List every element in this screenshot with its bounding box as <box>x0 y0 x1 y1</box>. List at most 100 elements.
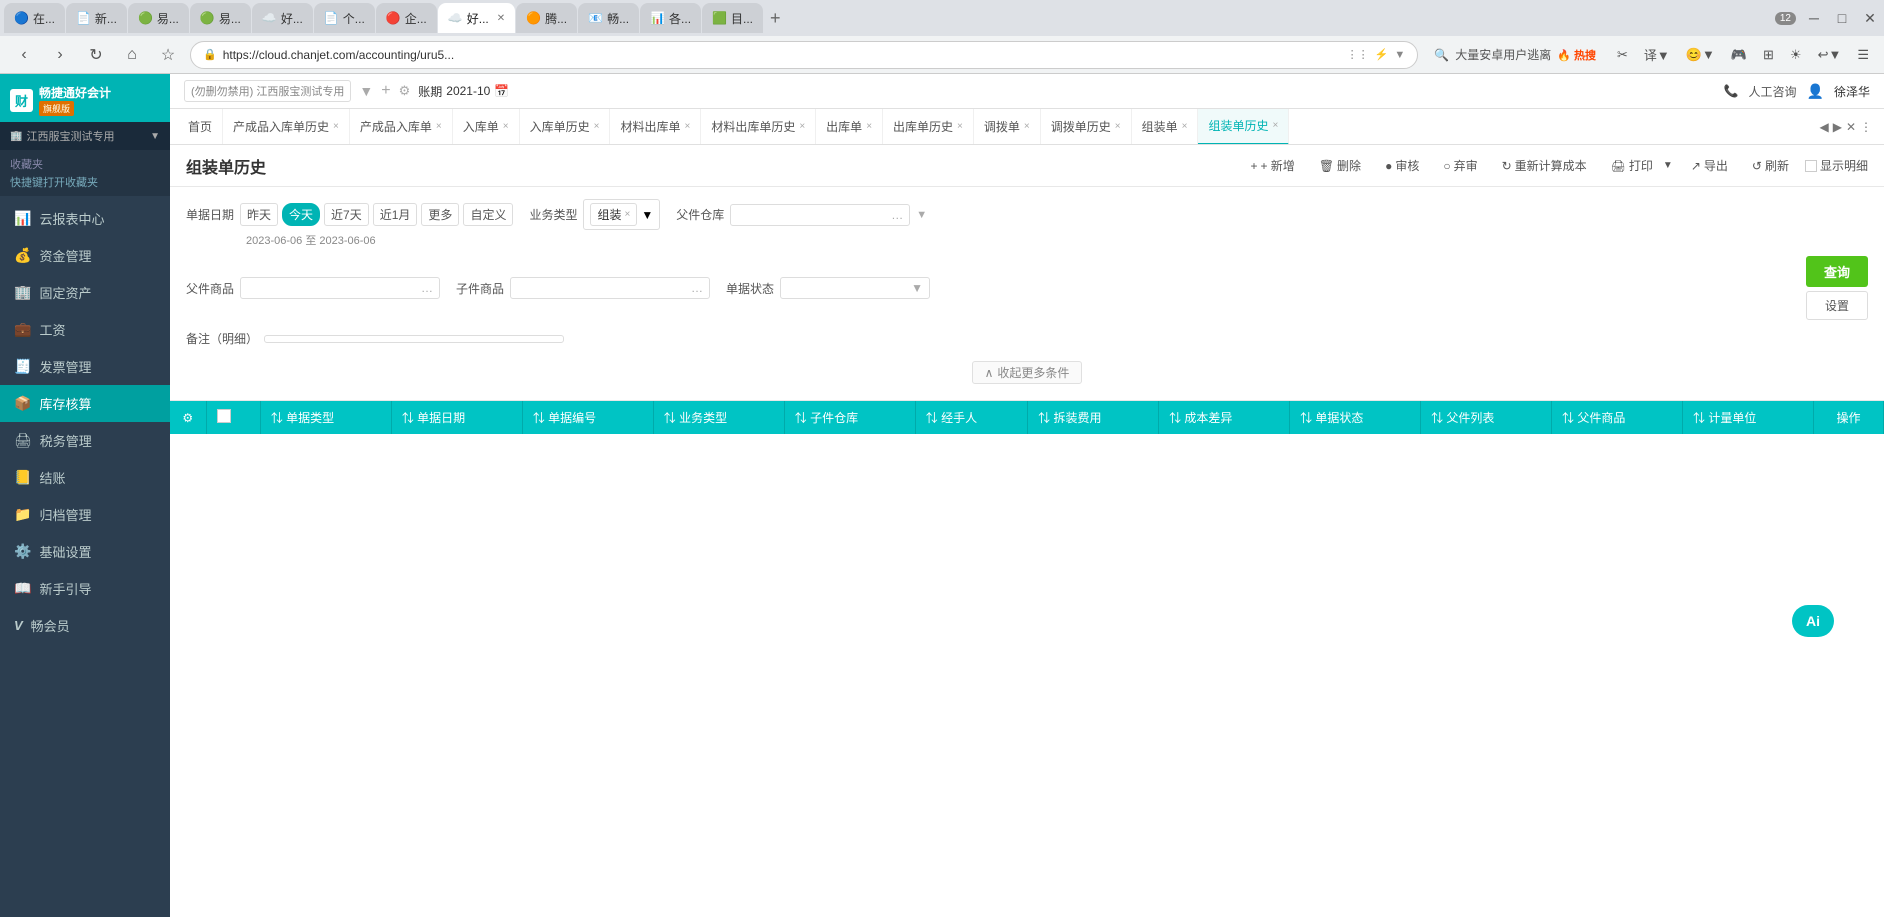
notes-input[interactable] <box>264 335 564 343</box>
table-col-unit[interactable]: ⇅ 计量单位 <box>1683 401 1814 434</box>
nav-tab-finished-history-close[interactable]: × <box>333 121 339 132</box>
reload-button[interactable]: ↻ <box>82 41 110 69</box>
favorites-shortcut-link[interactable]: 快捷键打开收藏夹 <box>10 174 160 190</box>
export-button[interactable]: ↗ 导出 <box>1683 153 1736 178</box>
window-minimize-btn[interactable]: ─ <box>1804 8 1824 28</box>
sun-icon[interactable]: ☀ <box>1785 45 1807 65</box>
slip-status-select[interactable]: ▼ <box>780 277 930 299</box>
browser-tab-6[interactable]: 📄 个... <box>314 3 375 33</box>
browser-tab-10[interactable]: 📧 畅... <box>578 3 639 33</box>
abandon-button[interactable]: ○ 弃审 <box>1435 153 1485 178</box>
nav-tab-assembly-close[interactable]: × <box>1182 121 1188 132</box>
browser-tab-3[interactable]: 🟢 易... <box>128 3 189 33</box>
grid-icon[interactable]: ⋮⋮ <box>1347 48 1369 61</box>
parent-warehouse-extra[interactable]: ▼ <box>916 209 927 221</box>
nav-tab-material-out-history[interactable]: 材料出库单历史 × <box>701 109 816 145</box>
home-button[interactable]: ⌂ <box>118 41 146 69</box>
nav-tab-finished-close[interactable]: × <box>436 121 442 132</box>
table-col-parent-list[interactable]: ⇅ 父件列表 <box>1421 401 1552 434</box>
cut-icon[interactable]: ✂ <box>1612 45 1633 65</box>
sidebar-item-inventory[interactable]: 📦 库存核算 <box>0 385 170 422</box>
add-button[interactable]: + + 新增 <box>1242 153 1302 178</box>
browser-tab-1[interactable]: 🔵 在... <box>4 3 65 33</box>
more-date-btn[interactable]: 更多 <box>421 203 459 226</box>
print-dropdown-button[interactable]: ▼ <box>1661 156 1675 175</box>
slip-status-dropdown[interactable]: ▼ <box>911 281 923 295</box>
nav-tab-outbound-history[interactable]: 出库单历史 × <box>883 109 974 145</box>
table-container[interactable]: ⚙ ⇅ 单据类型 ⇅ 单据日期 <box>170 401 1884 917</box>
emoji-icon[interactable]: 😊▼ <box>1681 45 1720 65</box>
nav-tab-finished[interactable]: 产成品入库单 × <box>350 109 453 145</box>
refresh-button[interactable]: ↺ 刷新 <box>1744 153 1797 178</box>
nav-tab-transfer-history[interactable]: 调拨单历史 × <box>1041 109 1132 145</box>
nav-tab-inbound-close[interactable]: × <box>503 121 509 132</box>
browser-tab-5[interactable]: ☁️ 好... <box>252 3 313 33</box>
nav-tab-outbound-history-close[interactable]: × <box>957 121 963 132</box>
sidebar-item-invoice[interactable]: 🧾 发票管理 <box>0 348 170 385</box>
table-col-parent-goods[interactable]: ⇅ 父件商品 <box>1552 401 1683 434</box>
yesterday-btn[interactable]: 昨天 <box>240 203 278 226</box>
child-goods-more-icon[interactable]: … <box>691 281 703 295</box>
translate-icon[interactable]: 译▼ <box>1639 43 1675 66</box>
table-col-slip-date[interactable]: ⇅ 单据日期 <box>391 401 522 434</box>
calendar-icon[interactable]: 📅 <box>494 84 509 98</box>
browser-tab-4[interactable]: 🟢 易... <box>190 3 251 33</box>
nav-tab-material-out[interactable]: 材料出库单 × <box>610 109 701 145</box>
browser-tab-7[interactable]: 🔴 企... <box>376 3 437 33</box>
table-col-settings[interactable]: ⚙ <box>170 401 206 434</box>
sidebar-item-member[interactable]: V 畅会员 <box>0 607 170 644</box>
help-label[interactable]: 人工咨询 <box>1749 83 1797 100</box>
select-all-checkbox[interactable] <box>217 409 231 423</box>
sidebar-item-assets[interactable]: 🏢 固定资产 <box>0 274 170 311</box>
recalculate-button[interactable]: ↻ 重新计算成本 <box>1494 153 1595 178</box>
query-button[interactable]: 查询 <box>1806 256 1868 287</box>
approve-button[interactable]: ● 审核 <box>1377 153 1427 178</box>
dropdown-icon[interactable]: ▼ <box>1394 49 1405 61</box>
forward-button[interactable]: › <box>46 41 74 69</box>
table-col-disassemble-fee[interactable]: ⇅ 拆装费用 <box>1028 401 1159 434</box>
nav-more[interactable]: ⋮ <box>1860 120 1872 134</box>
new-tab-button[interactable]: + <box>764 8 787 29</box>
sidebar-item-funds[interactable]: 💰 资金管理 <box>0 237 170 274</box>
back-button[interactable]: ‹ <box>10 41 38 69</box>
nav-tab-assembly-history[interactable]: 组装单历史 × <box>1198 109 1289 145</box>
nav-tab-material-out-close[interactable]: × <box>684 121 690 132</box>
company-selector[interactable]: 🏢 江西服宝测试专用 ▼ <box>0 122 170 150</box>
delete-button[interactable]: 🗑 删除 <box>1311 153 1369 178</box>
tab8-close[interactable]: ✕ <box>497 13 505 24</box>
table-col-biz-type[interactable]: ⇅ 业务类型 <box>653 401 784 434</box>
settings-gear-icon[interactable]: ⚙ <box>399 83 411 99</box>
today-btn[interactable]: 今天 <box>282 203 320 226</box>
sidebar-item-tax[interactable]: 🖨 税务管理 <box>0 422 170 459</box>
sidebar-item-guide[interactable]: 📖 新手引导 <box>0 570 170 607</box>
child-goods-input[interactable]: … <box>510 277 710 299</box>
nav-tab-finished-history[interactable]: 产成品入库单历史 × <box>223 109 350 145</box>
nav-tab-material-out-history-close[interactable]: × <box>799 121 805 132</box>
browser-tab-2[interactable]: 📄 新... <box>66 3 127 33</box>
browser-tab-11[interactable]: 📊 各... <box>640 3 701 33</box>
address-bar[interactable]: 🔒 https://cloud.chanjet.com/accounting/u… <box>190 41 1418 69</box>
bookmark-button[interactable]: ☆ <box>154 41 182 69</box>
print-main-button[interactable]: 🖨 打印 <box>1603 153 1661 178</box>
nav-tab-inbound-history[interactable]: 入库单历史 × <box>520 109 611 145</box>
nav-tab-outbound-close[interactable]: × <box>866 121 872 132</box>
undo-icon[interactable]: ↩▼ <box>1813 45 1847 65</box>
nav-tab-assembly[interactable]: 组装单 × <box>1132 109 1199 145</box>
table-col-child-warehouse[interactable]: ⇅ 子件仓库 <box>784 401 915 434</box>
browser-tab-8[interactable]: ☁️ 好... ✕ <box>438 3 515 33</box>
menu-icon[interactable]: ☰ <box>1852 45 1874 65</box>
nav-tab-home[interactable]: 首页 <box>178 109 223 145</box>
table-col-slip-status[interactable]: ⇅ 单据状态 <box>1290 401 1421 434</box>
nav-tab-transfer-close[interactable]: × <box>1024 121 1030 132</box>
1month-btn[interactable]: 近1月 <box>373 203 418 226</box>
nav-tab-inbound-history-close[interactable]: × <box>594 121 600 132</box>
game-icon[interactable]: 🎮 <box>1726 45 1752 65</box>
window-maximize-btn[interactable]: □ <box>1832 8 1852 28</box>
set-button[interactable]: 设置 <box>1806 291 1868 320</box>
tab-count-badge[interactable]: 12 <box>1775 12 1796 25</box>
custom-date-btn[interactable]: 自定义 <box>463 203 513 226</box>
nav-tab-inbound[interactable]: 入库单 × <box>453 109 520 145</box>
sidebar-item-salary[interactable]: 💼 工资 <box>0 311 170 348</box>
nav-scroll-right[interactable]: ▶ <box>1833 120 1842 134</box>
nav-tab-transfer[interactable]: 调拨单 × <box>974 109 1041 145</box>
